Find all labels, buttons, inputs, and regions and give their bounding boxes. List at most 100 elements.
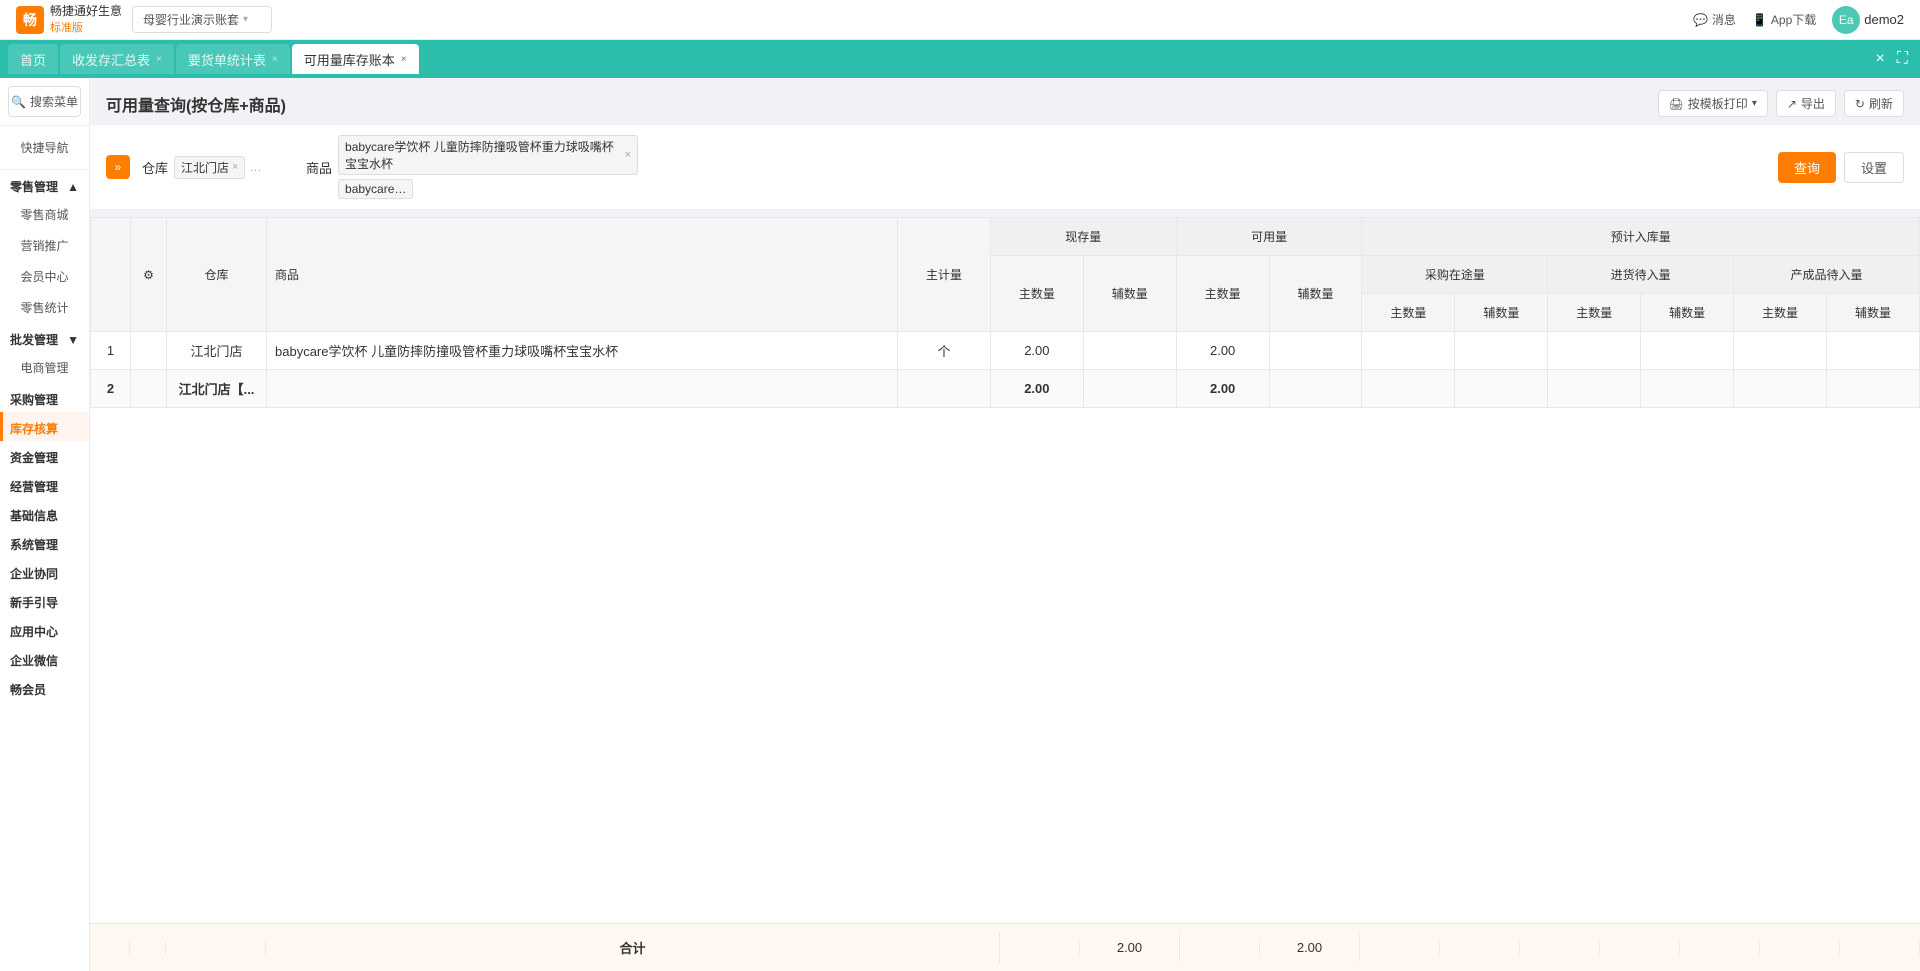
cell-main-unit: 个 [898,332,991,370]
th-settings[interactable]: ⚙ [131,218,167,332]
tab-available-stock[interactable]: 可用量库存账本 × [292,44,419,74]
industry-selector[interactable]: 母婴行业演示账套 ▾ [132,6,272,33]
page-actions: 🖨 按模板打印 ▾ ↗ 导出 ↻ 刷新 [1658,90,1904,117]
refresh-button[interactable]: ↻ 刷新 [1844,90,1904,117]
page-header: 可用量查询(按仓库+商品) 🖨 按模板打印 ▾ ↗ 导出 ↻ 刷新 [90,78,1920,125]
cell-settings [131,332,167,370]
sidebar-item-members[interactable]: 会员中心 [0,261,89,292]
close-icon[interactable]: × [272,54,278,65]
tab-home[interactable]: 首页 [8,44,58,74]
filter-more-button[interactable]: … [249,160,261,174]
basic-label: 基础信息 [10,507,58,524]
th-product: 商品 [267,218,898,332]
th-warehouse: 仓库 [167,218,267,332]
sidebar-section-purchase-header[interactable]: 采购管理 [0,383,89,412]
sidebar-section-basic: 基础信息 [0,499,89,528]
close-icon[interactable]: × [401,54,407,65]
sidebar-section-operations-header[interactable]: 经营管理 [0,470,89,499]
cell-p-transit-main [1362,332,1455,370]
product-tag-2: babycare… [338,179,413,199]
user-profile[interactable]: Ea demo2 [1832,6,1904,34]
sidebar-section-retail-header[interactable]: 零售管理 ▲ [0,170,89,199]
sidebar-section-enterprise-header[interactable]: 企业协同 [0,557,89,586]
th-avail-main-qty: 主数量 [1176,256,1269,332]
refresh-label: 刷新 [1869,95,1893,112]
cell-avail-main-qty: 2.00 [1176,370,1269,408]
settings-button[interactable]: 设置 [1844,152,1904,183]
sidebar-section-wechat-header[interactable]: 企业微信 [0,644,89,673]
sidebar-search-area: 🔍 搜索菜单 [0,78,89,126]
th-a-waiting-main: 主数量 [1548,294,1641,332]
sidebar-section-finance-header[interactable]: 资金管理 [0,441,89,470]
warehouse-tag: 江北门店 × [174,156,245,179]
tab-order-stats-label: 要货单统计表 [188,50,266,69]
footer-cell-label: 合计 [266,932,1000,963]
sidebar-item-quick-nav[interactable]: 快捷导航 [0,132,89,163]
sidebar-item-ecommerce[interactable]: 电商管理 [0,352,89,383]
sidebar-section-system-header[interactable]: 系统管理 [0,528,89,557]
print-icon: 🖨 [1669,97,1684,111]
footer-cell-stock-main-qty: 2.00 [1080,934,1180,961]
table-body: 1 江北门店 babycare学饮杯 儿童防摔防撞吸管杯重力球吸嘴杯宝宝水杯 个… [91,332,1920,408]
tab-bar: 首页 收发存汇总表 × 要货单统计表 × 可用量库存账本 × × ⛶ [0,40,1920,78]
close-icon[interactable]: × [232,161,238,173]
tab-order-stats[interactable]: 要货单统计表 × [176,44,290,74]
close-icon[interactable]: × [156,54,162,65]
chevron-down-icon: ▾ [1752,98,1757,109]
print-template-button[interactable]: 🖨 按模板打印 ▾ [1658,90,1768,117]
th-p-transit-main: 主数量 [1362,294,1455,332]
export-button[interactable]: ↗ 导出 [1776,90,1836,117]
th-stock-main-qty: 主数量 [990,256,1083,332]
table-container[interactable]: ⚙ 仓库 商品 主计量 现存量 可用量 预计入库量 主数量 辅数量 主数量 辅数… [90,217,1920,923]
th-stock-aux-qty: 辅数量 [1083,256,1176,332]
sidebar-section-wholesale-header[interactable]: 批发管理 ▼ [0,323,89,352]
tab-receive-summary[interactable]: 收发存汇总表 × [60,44,174,74]
message-button[interactable]: 💬 消息 [1693,11,1736,28]
cell-stock-main-qty: 2.00 [990,370,1083,408]
sidebar-section-purchase: 采购管理 [0,383,89,412]
content-area: 可用量查询(按仓库+商品) 🖨 按模板打印 ▾ ↗ 导出 ↻ 刷新 [90,78,1920,971]
finance-label: 资金管理 [10,449,58,466]
sidebar-item-retail-stats[interactable]: 零售统计 [0,292,89,323]
tab-receive-summary-label: 收发存汇总表 [72,50,150,69]
chevron-up-icon: ▲ [67,180,79,194]
sidebar-item-marketing[interactable]: 营销推广 [0,230,89,261]
sidebar-section-inventory-header[interactable]: 库存核算 [0,412,89,441]
cell-p-transit-aux [1455,332,1548,370]
sidebar-section-retail: 零售管理 ▲ 零售商城 营销推广 会员中心 零售统计 [0,170,89,323]
th-seq [91,218,131,332]
sidebar-section-member-header[interactable]: 畅会员 [0,673,89,702]
sidebar-section-operations: 经营管理 [0,470,89,499]
search-menu-button[interactable]: 🔍 搜索菜单 [8,86,81,117]
footer-cell-a-waiting-aux [1680,942,1760,954]
th-arrival-waiting-group: 进货待入量 [1548,256,1734,294]
message-icon: 💬 [1693,13,1708,27]
maximize-button[interactable]: ⛶ [1893,46,1912,72]
top-bar: 畅 畅捷通好生意 标准版 母婴行业演示账套 ▾ 💬 消息 📱 App下载 Ea … [0,0,1920,40]
wholesale-label: 批发管理 [10,331,58,348]
message-label: 消息 [1712,11,1736,28]
cell-a-waiting-main [1548,370,1641,408]
footer-cell-p-transit-aux [1520,942,1600,954]
th-main-unit: 主计量 [898,218,991,332]
filter-expand-button[interactable]: » [106,155,130,179]
th-prod-waiting-main: 主数量 [1734,294,1827,332]
close-icon[interactable]: × [625,149,631,161]
sidebar-section-appstore-header[interactable]: 应用中心 [0,615,89,644]
sidebar-section-guide-header[interactable]: 新手引导 [0,586,89,615]
sidebar-section-basic-header[interactable]: 基础信息 [0,499,89,528]
sidebar-item-retail-shop[interactable]: 零售商城 [0,199,89,230]
product-filter-tags: babycare学饮杯 儿童防摔防撞吸管杯重力球吸嘴杯宝宝水杯 × babyca… [338,135,638,199]
close-all-tabs-button[interactable]: × [1871,46,1888,72]
app-download-button[interactable]: 📱 App下载 [1752,11,1816,28]
product-tag-1: babycare学饮杯 儿童防摔防撞吸管杯重力球吸嘴杯宝宝水杯 × [338,135,638,175]
cell-seq: 1 [91,332,131,370]
inventory-label: 库存核算 [10,420,58,437]
sidebar-section-wholesale: 批发管理 ▼ 电商管理 [0,323,89,383]
cell-a-waiting-aux [1641,370,1734,408]
product-tag-1-text: babycare学饮杯 儿童防摔防撞吸管杯重力球吸嘴杯宝宝水杯 [345,138,622,172]
cell-stock-aux-qty [1083,370,1176,408]
query-button[interactable]: 查询 [1778,152,1836,183]
data-table: ⚙ 仓库 商品 主计量 现存量 可用量 预计入库量 主数量 辅数量 主数量 辅数… [90,217,1920,408]
appstore-label: 应用中心 [10,623,58,640]
